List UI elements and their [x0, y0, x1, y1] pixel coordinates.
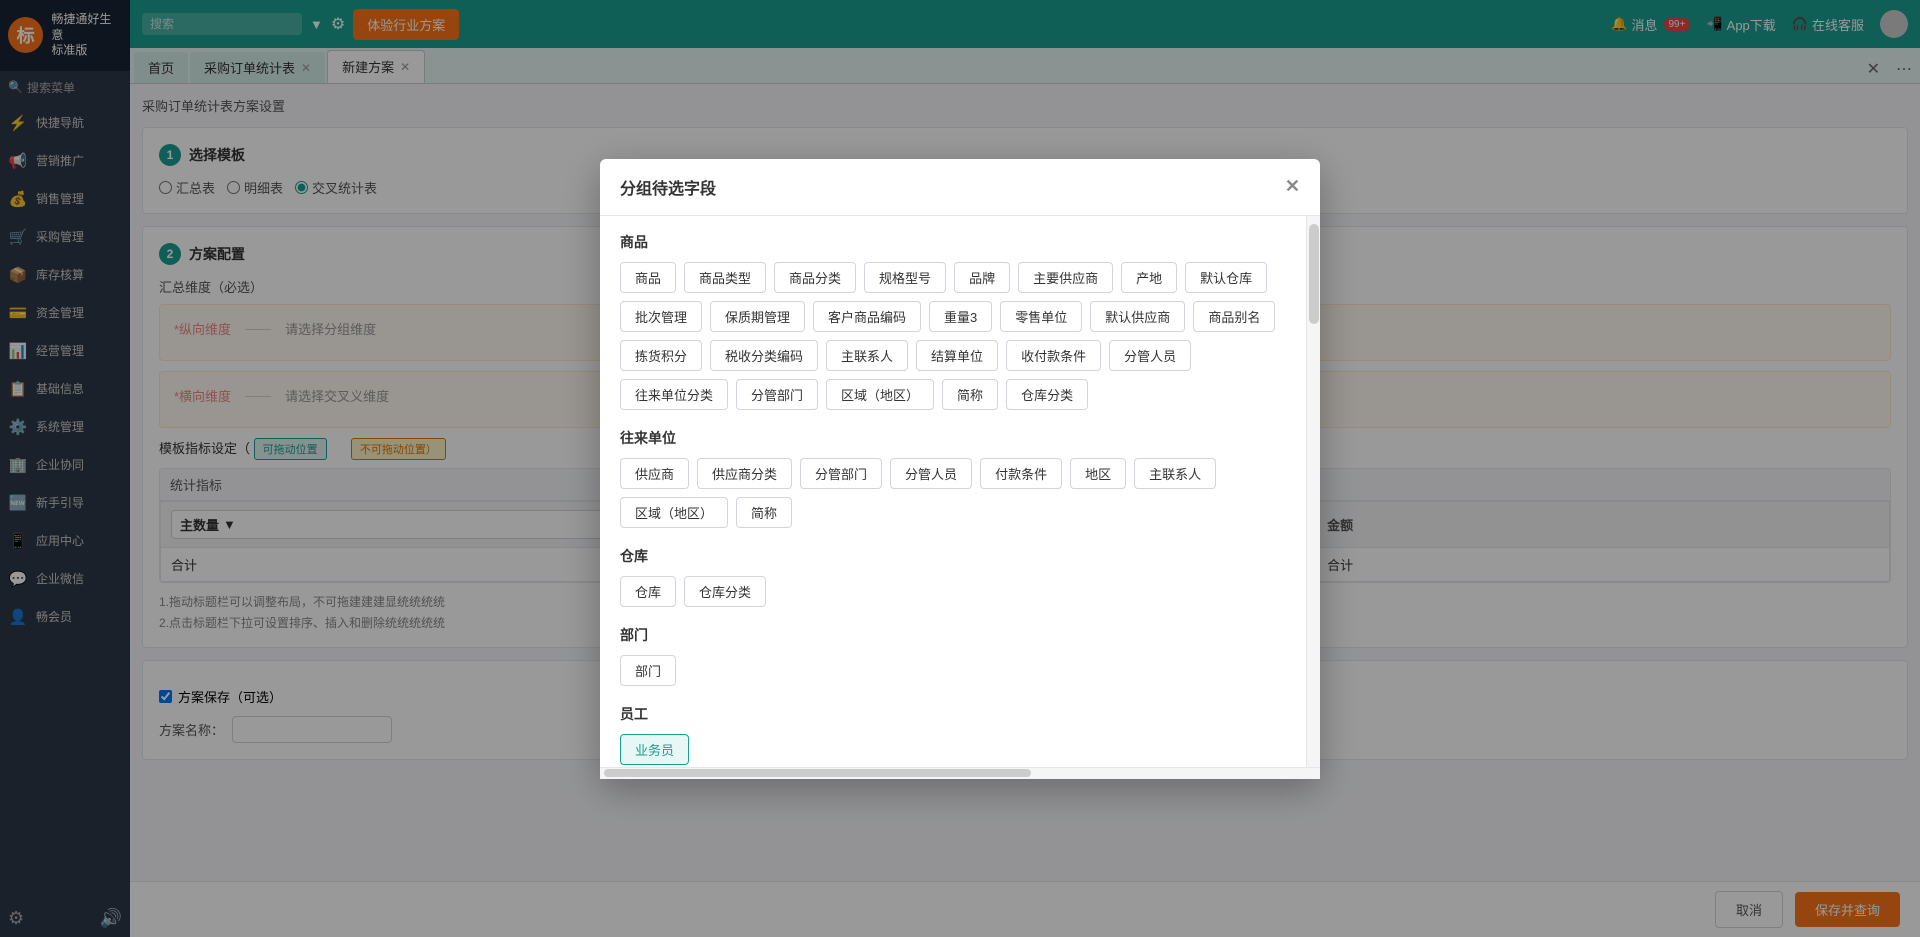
dialog-hscrollbar[interactable]: [600, 767, 1320, 778]
field-tag-p24[interactable]: 区域（地区）: [826, 379, 934, 410]
field-tag-p15[interactable]: 商品别名: [1193, 301, 1275, 332]
dialog-body: 商品 商品 商品类型 商品分类 规格型号 品牌 主要供应商 产地 默认仓库 批次…: [600, 216, 1306, 768]
partner-field-tags: 供应商 供应商分类 分管部门 分管人员 付款条件 地区 主联系人 区域（地区） …: [620, 458, 1286, 528]
field-tag-p25[interactable]: 简称: [942, 379, 998, 410]
field-tag-p11[interactable]: 客户商品编码: [813, 301, 921, 332]
field-tag-p1[interactable]: 商品: [620, 262, 676, 293]
field-tag-p18[interactable]: 主联系人: [826, 340, 908, 371]
product-field-tags: 商品 商品类型 商品分类 规格型号 品牌 主要供应商 产地 默认仓库 批次管理 …: [620, 262, 1286, 410]
field-tag-w1[interactable]: 仓库: [620, 576, 676, 607]
field-tag-p17[interactable]: 税收分类编码: [710, 340, 818, 371]
field-tag-pa3[interactable]: 分管部门: [800, 458, 882, 489]
section-title-staff: 员工: [620, 704, 1286, 724]
dialog-hscroll-thumb: [604, 769, 1031, 777]
staff-field-tags: 业务员: [620, 734, 1286, 765]
field-tag-w2[interactable]: 仓库分类: [684, 576, 766, 607]
field-tag-p8[interactable]: 默认仓库: [1185, 262, 1267, 293]
field-tag-p22[interactable]: 往来单位分类: [620, 379, 728, 410]
field-tag-d1[interactable]: 部门: [620, 655, 676, 686]
field-tag-p10[interactable]: 保质期管理: [710, 301, 805, 332]
dialog: 分组待选字段 ✕ 商品 商品 商品类型 商品分类 规格型号 品牌 主要供应商 产…: [600, 159, 1320, 779]
department-field-tags: 部门: [620, 655, 1286, 686]
section-title-partner: 往来单位: [620, 428, 1286, 448]
field-tag-p4[interactable]: 规格型号: [864, 262, 946, 293]
field-tag-p23[interactable]: 分管部门: [736, 379, 818, 410]
field-tag-pa4[interactable]: 分管人员: [890, 458, 972, 489]
dialog-close-button[interactable]: ✕: [1285, 176, 1300, 197]
dialog-overlay: 分组待选字段 ✕ 商品 商品 商品类型 商品分类 规格型号 品牌 主要供应商 产…: [0, 0, 1920, 937]
field-tag-pa8[interactable]: 区域（地区）: [620, 497, 728, 528]
field-tag-p13[interactable]: 零售单位: [1000, 301, 1082, 332]
dialog-section-product: 商品 商品 商品类型 商品分类 规格型号 品牌 主要供应商 产地 默认仓库 批次…: [620, 232, 1286, 410]
field-tag-p9[interactable]: 批次管理: [620, 301, 702, 332]
section-title-department: 部门: [620, 625, 1286, 645]
field-tag-p2[interactable]: 商品类型: [684, 262, 766, 293]
field-tag-p16[interactable]: 拣货积分: [620, 340, 702, 371]
section-title-warehouse: 仓库: [620, 546, 1286, 566]
dialog-section-partner: 往来单位 供应商 供应商分类 分管部门 分管人员 付款条件 地区 主联系人 区域…: [620, 428, 1286, 528]
field-tag-pa6[interactable]: 地区: [1070, 458, 1126, 489]
field-tag-s1[interactable]: 业务员: [620, 734, 689, 765]
warehouse-field-tags: 仓库 仓库分类: [620, 576, 1286, 607]
dialog-title: 分组待选字段: [620, 175, 716, 199]
dialog-section-warehouse: 仓库 仓库 仓库分类: [620, 546, 1286, 607]
dialog-section-department: 部门 部门: [620, 625, 1286, 686]
field-tag-pa7[interactable]: 主联系人: [1134, 458, 1216, 489]
field-tag-pa5[interactable]: 付款条件: [980, 458, 1062, 489]
field-tag-p14[interactable]: 默认供应商: [1090, 301, 1185, 332]
field-tag-p6[interactable]: 主要供应商: [1018, 262, 1113, 293]
field-tag-p21[interactable]: 分管人员: [1109, 340, 1191, 371]
dialog-content-area: 商品 商品 商品类型 商品分类 规格型号 品牌 主要供应商 产地 默认仓库 批次…: [600, 216, 1320, 768]
dialog-scroll-thumb: [1309, 224, 1319, 324]
field-tag-p3[interactable]: 商品分类: [774, 262, 856, 293]
field-tag-p26[interactable]: 仓库分类: [1006, 379, 1088, 410]
field-tag-p20[interactable]: 收付款条件: [1006, 340, 1101, 371]
field-tag-pa1[interactable]: 供应商: [620, 458, 689, 489]
field-tag-p5[interactable]: 品牌: [954, 262, 1010, 293]
dialog-section-staff: 员工 业务员: [620, 704, 1286, 765]
field-tag-pa9[interactable]: 简称: [736, 497, 792, 528]
dialog-header: 分组待选字段 ✕: [600, 159, 1320, 216]
field-tag-p7[interactable]: 产地: [1121, 262, 1177, 293]
section-title-product: 商品: [620, 232, 1286, 252]
field-tag-p19[interactable]: 结算单位: [916, 340, 998, 371]
field-tag-pa2[interactable]: 供应商分类: [697, 458, 792, 489]
field-tag-p12[interactable]: 重量3: [929, 301, 992, 332]
dialog-scrollbar[interactable]: [1306, 216, 1320, 768]
